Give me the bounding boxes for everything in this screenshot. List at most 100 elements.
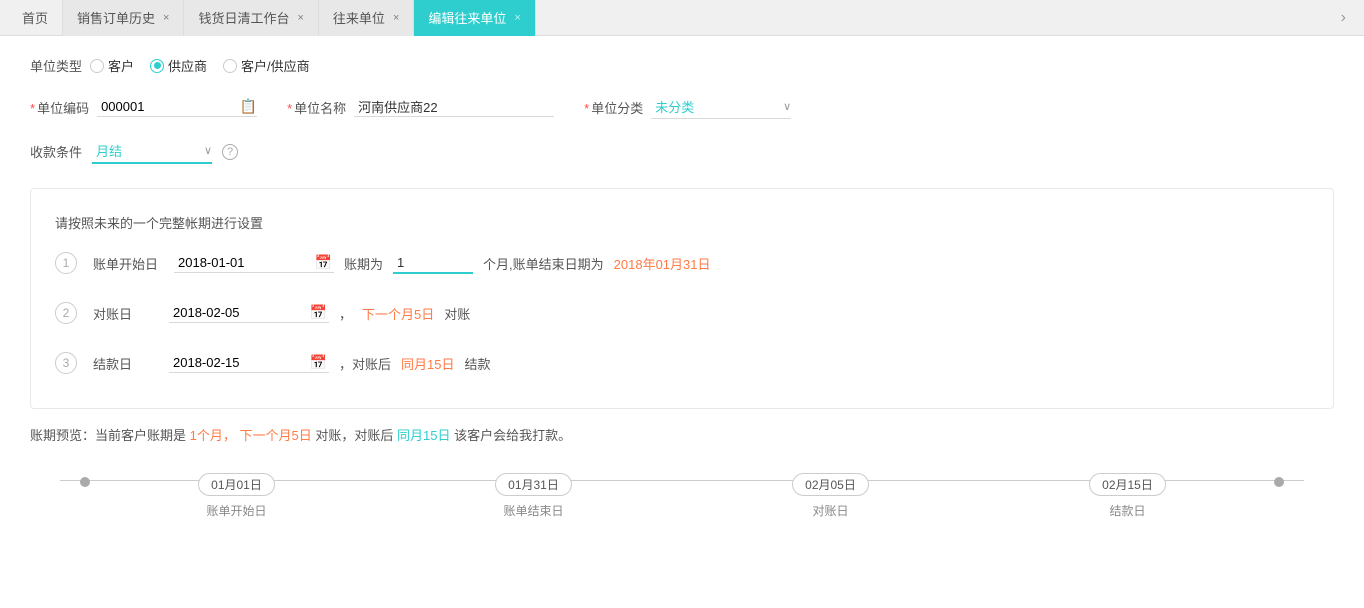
timeline-label-3: 对账日 bbox=[812, 502, 848, 519]
preview-suffix: 该客户会给我打款。 bbox=[454, 428, 571, 443]
unit-category-value: 未分类 bbox=[651, 95, 783, 118]
unit-category-select[interactable]: 未分类 ∨ bbox=[651, 95, 791, 119]
unit-code-label: *单位编码 bbox=[30, 98, 89, 117]
tab-more-button[interactable]: › bbox=[1331, 9, 1356, 27]
step-3-highlight: 同月15日 bbox=[401, 354, 454, 373]
unit-category-field: *单位分类 未分类 ∨ bbox=[584, 95, 791, 119]
step-3-calendar-icon[interactable]: 📅 bbox=[308, 354, 329, 371]
timeline-label-1: 账单开始日 bbox=[206, 502, 266, 519]
preview-row: 账期预览：当前客户账期是 1个月， 下一个月5日 对账，对账后 同月15日 该客… bbox=[30, 425, 1334, 444]
payment-condition-row: 收款条件 月结 ∨ ? bbox=[30, 139, 1334, 164]
unit-type-field: 单位类型 客户 供应商 客户/供应商 bbox=[30, 56, 310, 75]
timeline-label-4: 结款日 bbox=[1109, 502, 1145, 519]
required-star-name: * bbox=[287, 101, 292, 116]
step-2-label: 对账日 bbox=[93, 304, 153, 323]
timeline-label-2: 账单结束日 bbox=[503, 502, 563, 519]
radio-label-both: 客户/供应商 bbox=[241, 56, 310, 75]
step-3-row: 3 结款日 📅 ，对账后 同月15日 结款 bbox=[55, 352, 1309, 374]
timeline-node-2: 01月31日 账单结束日 bbox=[385, 468, 682, 519]
unit-category-label: *单位分类 bbox=[584, 98, 643, 117]
unit-name-field: *单位名称 bbox=[287, 97, 554, 117]
unit-name-label: *单位名称 bbox=[287, 98, 346, 117]
step-2-num: 2 bbox=[55, 302, 77, 324]
step-3-suffix: 结款 bbox=[464, 354, 490, 373]
step-1-end-date: 2018年01月31日 bbox=[614, 254, 711, 273]
step-1-suffix-text: 个月,账单结束日期为 bbox=[483, 254, 604, 273]
payment-chevron-icon: ∨ bbox=[204, 144, 212, 157]
payment-condition-value: 月结 bbox=[92, 139, 204, 162]
step-2-date-input[interactable] bbox=[169, 303, 308, 322]
step-1-date-input[interactable] bbox=[174, 253, 313, 272]
step-1-row: 1 账单开始日 📅 账期为 个月,账单结束日期为 2018年01月31日 bbox=[55, 252, 1309, 274]
tab-edit-partner[interactable]: 编辑往来单位 × bbox=[414, 0, 535, 36]
step-3-content: 📅 ，对账后 同月15日 结款 bbox=[169, 353, 491, 373]
step-1-content: 📅 账期为 个月,账单结束日期为 2018年01月31日 bbox=[174, 253, 710, 274]
radio-both[interactable]: 客户/供应商 bbox=[223, 56, 310, 75]
step-1-num: 1 bbox=[55, 252, 77, 274]
required-star-cat: * bbox=[584, 101, 589, 116]
radio-circle-customer bbox=[90, 59, 104, 73]
radio-customer[interactable]: 客户 bbox=[90, 56, 134, 75]
main-content: 单位类型 客户 供应商 客户/供应商 *单位编码 📋 *单位名称 *单位分类 bbox=[0, 36, 1364, 608]
tab-cash-clearance[interactable]: 钱货日清工作台 × bbox=[184, 0, 318, 36]
preview-part2: 下一个月5日 bbox=[240, 428, 312, 443]
timeline-pill-1: 01月01日 bbox=[198, 473, 275, 496]
required-star: * bbox=[30, 101, 35, 116]
tab-close-cash-clearance[interactable]: × bbox=[297, 12, 303, 24]
timeline-pill-2: 01月31日 bbox=[495, 473, 572, 496]
step-1-period-input[interactable] bbox=[393, 253, 473, 274]
unit-code-input-wrap: 📋 bbox=[97, 97, 257, 117]
payment-condition-select[interactable]: 月结 ∨ bbox=[92, 139, 212, 164]
step-3-date-input[interactable] bbox=[169, 353, 308, 372]
tab-home[interactable]: 首页 bbox=[8, 0, 63, 36]
preview-part1: 1个月， bbox=[190, 428, 236, 443]
preview-prefix: 账期预览：当前客户账期是 bbox=[30, 428, 186, 443]
timeline-node-4: 02月15日 结款日 bbox=[979, 468, 1276, 519]
timeline-start-dot bbox=[80, 477, 90, 487]
step-1-prefix: 账期为 bbox=[344, 254, 383, 273]
timeline-node-1: 01月01日 账单开始日 bbox=[88, 468, 385, 519]
timeline-container: 01月01日 账单开始日 01月31日 账单结束日 02月05日 对账日 02月… bbox=[30, 468, 1334, 519]
radio-circle-supplier bbox=[150, 59, 164, 73]
step-2-prefix: ， bbox=[339, 304, 352, 323]
unit-code-input[interactable] bbox=[97, 97, 236, 116]
copy-icon[interactable]: 📋 bbox=[240, 98, 257, 115]
radio-circle-both bbox=[223, 59, 237, 73]
step-2-suffix: 对账 bbox=[444, 304, 470, 323]
timeline: 01月01日 账单开始日 01月31日 账单结束日 02月05日 对账日 02月… bbox=[50, 468, 1314, 519]
tab-bar: 首页销售订单历史 ×钱货日清工作台 ×往来单位 ×编辑往来单位 × › bbox=[0, 0, 1364, 36]
radio-label-customer: 客户 bbox=[108, 56, 134, 75]
category-chevron-icon: ∨ bbox=[783, 100, 791, 113]
step-2-highlight: 下一个月5日 bbox=[362, 304, 434, 323]
tab-close-sales-history[interactable]: × bbox=[163, 12, 169, 24]
unit-type-row: 单位类型 客户 供应商 客户/供应商 bbox=[30, 56, 1334, 75]
unit-type-label: 单位类型 bbox=[30, 56, 82, 75]
unit-name-input[interactable] bbox=[354, 97, 554, 117]
timeline-end-dot bbox=[1274, 477, 1284, 487]
step-2-calendar-icon[interactable]: 📅 bbox=[308, 304, 329, 321]
tab-close-edit-partner[interactable]: × bbox=[514, 12, 520, 24]
unit-info-row: *单位编码 📋 *单位名称 *单位分类 未分类 ∨ bbox=[30, 95, 1334, 119]
step-3-label: 结款日 bbox=[93, 354, 153, 373]
radio-label-supplier: 供应商 bbox=[168, 56, 207, 75]
step-1-calendar-icon[interactable]: 📅 bbox=[313, 254, 334, 271]
payment-condition-label: 收款条件 bbox=[30, 142, 82, 161]
step-2-row: 2 对账日 📅 ， 下一个月5日 对账 bbox=[55, 302, 1309, 324]
timeline-pill-3: 02月05日 bbox=[792, 473, 869, 496]
step-3-prefix: ，对账后 bbox=[339, 354, 391, 373]
help-icon[interactable]: ? bbox=[222, 144, 238, 160]
tab-sales-history[interactable]: 销售订单历史 × bbox=[63, 0, 184, 36]
timeline-node-3: 02月05日 对账日 bbox=[682, 468, 979, 519]
step-2-content: 📅 ， 下一个月5日 对账 bbox=[169, 303, 470, 323]
tab-close-partner-units[interactable]: × bbox=[393, 12, 399, 24]
timeline-pill-4: 02月15日 bbox=[1089, 473, 1166, 496]
settings-card: 请按照未来的一个完整帐期进行设置 1 账单开始日 📅 账期为 个月,账单结束日期… bbox=[30, 188, 1334, 409]
step-3-num: 3 bbox=[55, 352, 77, 374]
radio-group: 客户 供应商 客户/供应商 bbox=[90, 56, 310, 75]
tab-partner-units[interactable]: 往来单位 × bbox=[319, 0, 414, 36]
step-1-date-wrap: 📅 bbox=[174, 253, 334, 273]
radio-supplier[interactable]: 供应商 bbox=[150, 56, 207, 75]
card-hint: 请按照未来的一个完整帐期进行设置 bbox=[55, 213, 1309, 232]
unit-code-field: *单位编码 📋 bbox=[30, 97, 257, 117]
step-2-date-wrap: 📅 bbox=[169, 303, 329, 323]
